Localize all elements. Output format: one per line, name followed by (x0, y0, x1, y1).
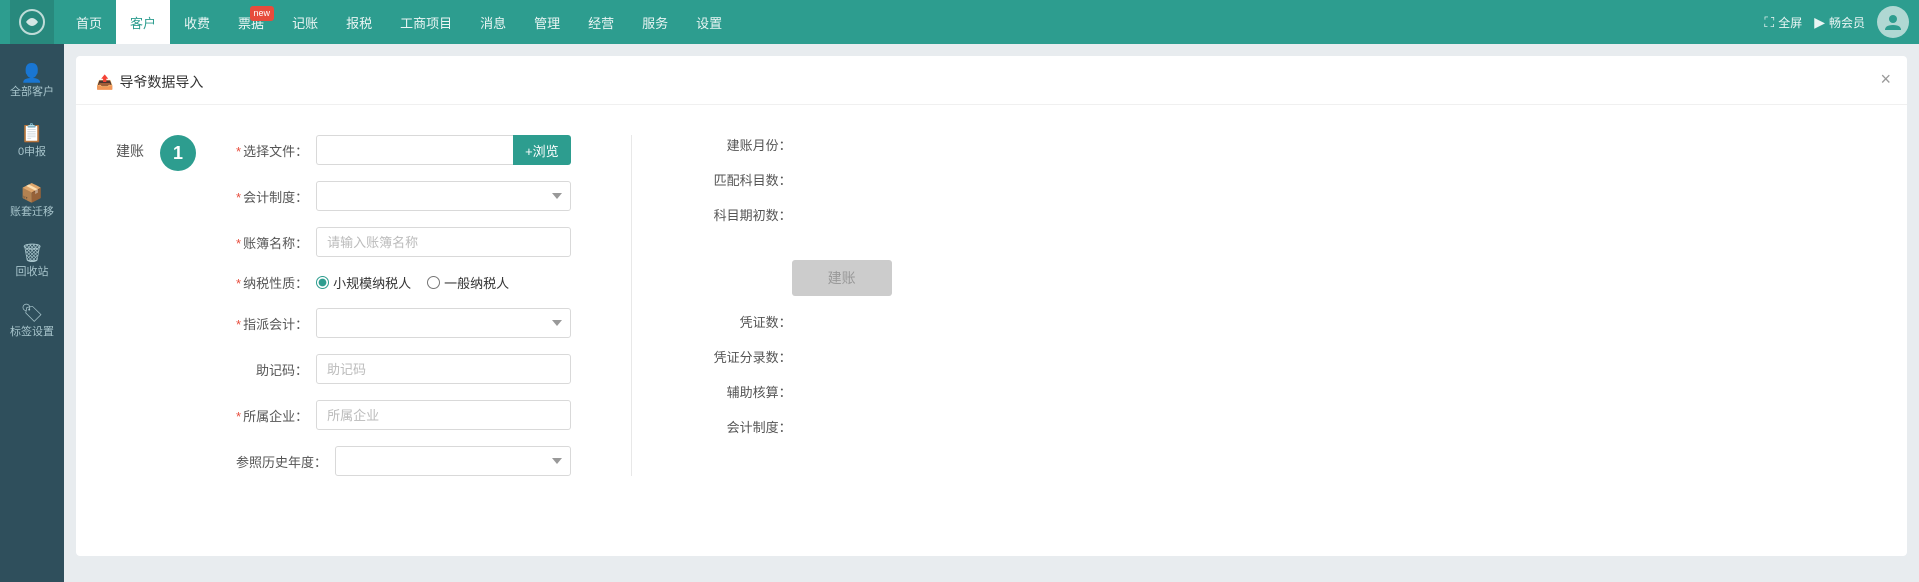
voucher-count-row: 凭证数： (712, 312, 972, 331)
accounting-system-label: 会计制度： (236, 187, 308, 206)
member-button[interactable]: ▶ 畅会员 (1814, 14, 1865, 31)
fullscreen-icon: ⛶ (1764, 14, 1774, 31)
assign-accountant-select[interactable] (316, 308, 571, 338)
right-form: 建账月份： 匹配科目数： 科目期初数： 建账 (712, 135, 972, 476)
step-label: 建账 (116, 141, 144, 161)
ref-year-label: 参照历史年度： (236, 452, 327, 471)
sidebar-item-tags[interactable]: 🏷 标签设置 (0, 292, 64, 352)
ref-year-row: 参照历史年度： (236, 446, 571, 476)
month-row: 建账月份： (712, 135, 972, 154)
new-badge: new (250, 6, 275, 21)
avatar[interactable] (1877, 6, 1909, 38)
auxiliary-row: 辅助核算： (712, 382, 972, 401)
assign-accountant-row: 指派会计： (236, 308, 571, 338)
build-button[interactable]: 建账 (792, 260, 892, 296)
panel-header: 📤 导爷数据导入 × (76, 56, 1907, 105)
right-accounting-system-label: 会计制度： (712, 417, 792, 436)
company-label: 所属企业： (236, 406, 308, 425)
memo-code-label: 助记码： (236, 360, 308, 379)
ledger-name-row: 账簿名称： (236, 227, 571, 257)
accounting-system-row: 会计制度： (236, 181, 571, 211)
top-navigation: 首页 客户 收费 票据 new 记账 报税 工商项目 消息 管理 经营 服务 设… (0, 0, 1919, 44)
file-input[interactable] (316, 135, 513, 165)
voucher-entries-row: 凭证分录数： (712, 347, 972, 366)
initial-balance-label: 科目期初数： (712, 205, 792, 224)
nav-item-fee[interactable]: 收费 (170, 0, 224, 44)
tax-general-option[interactable]: 一般纳税人 (427, 273, 509, 292)
nav-right-area: ⛶ 全屏 ▶ 畅会员 (1764, 6, 1909, 38)
nav-item-home[interactable]: 首页 (62, 0, 116, 44)
recycle-icon: 🗑 (21, 244, 44, 262)
tax-small-option[interactable]: 小规模纳税人 (316, 273, 411, 292)
tags-icon: 🏷 (21, 304, 44, 322)
nav-item-business[interactable]: 工商项目 (386, 0, 466, 44)
declaration-icon: 📋 (21, 124, 43, 142)
all-customers-icon: 👤 (21, 64, 43, 82)
nav-item-message[interactable]: 消息 (466, 0, 520, 44)
memo-code-row: 助记码： (236, 354, 571, 384)
logo[interactable] (10, 0, 54, 44)
left-form: 选择文件： +浏览 会计制度： (236, 135, 571, 476)
nav-item-operation[interactable]: 经营 (574, 0, 628, 44)
ref-year-select[interactable] (335, 446, 571, 476)
sidebar-item-migration[interactable]: 📦 账套迁移 (0, 172, 64, 232)
import-icon: 📤 (96, 74, 113, 91)
tax-type-radio-group: 小规模纳税人 一般纳税人 (316, 273, 571, 292)
nav-item-customer[interactable]: 客户 (116, 0, 170, 44)
fullscreen-button[interactable]: ⛶ 全屏 (1764, 14, 1802, 31)
ledger-name-label: 账簿名称： (236, 233, 308, 252)
sidebar-item-declaration[interactable]: 📋 0申报 (0, 112, 64, 172)
migration-icon: 📦 (21, 184, 43, 202)
divider (631, 135, 632, 476)
sidebar-item-recycle[interactable]: 🗑 回收站 (0, 232, 64, 292)
close-button[interactable]: × (1880, 70, 1891, 88)
content-area: 📤 导爷数据导入 × 建账 1 选择文件： (64, 44, 1919, 582)
month-label: 建账月份： (712, 135, 792, 154)
step-section: 建账 1 (116, 135, 196, 476)
voucher-entries-label: 凭证分录数： (712, 347, 792, 366)
voucher-count-label: 凭证数： (712, 312, 792, 331)
company-row: 所属企业： (236, 400, 571, 430)
nav-item-service[interactable]: 服务 (628, 0, 682, 44)
build-btn-area: 建账 (712, 260, 972, 296)
nav-item-settings[interactable]: 设置 (682, 0, 736, 44)
nav-item-invoice[interactable]: 票据 new (224, 0, 278, 44)
ledger-name-input[interactable] (316, 227, 571, 257)
nav-item-accounting[interactable]: 记账 (278, 0, 332, 44)
tax-type-label: 纳税性质： (236, 273, 308, 292)
auxiliary-label: 辅助核算： (712, 382, 792, 401)
right-accounting-system-row: 会计制度： (712, 417, 972, 436)
sidebar-item-all-customers[interactable]: 👤 全部客户 (0, 52, 64, 112)
form-area: 建账 1 选择文件： +浏览 (76, 105, 1907, 506)
nav-item-manage[interactable]: 管理 (520, 0, 574, 44)
initial-balance-row: 科目期初数： (712, 205, 972, 224)
match-account-row: 匹配科目数： (712, 170, 972, 189)
member-icon: ▶ (1814, 14, 1825, 31)
import-panel: 📤 导爷数据导入 × 建账 1 选择文件： (76, 56, 1907, 556)
tax-type-row: 纳税性质： 小规模纳税人 一般纳税人 (236, 273, 571, 292)
file-label: 选择文件： (236, 141, 308, 160)
nav-item-tax[interactable]: 报税 (332, 0, 386, 44)
sidebar: 👤 全部客户 📋 0申报 📦 账套迁移 🗑 回收站 🏷 标签设置 (0, 44, 64, 582)
company-input[interactable] (316, 400, 571, 430)
step-circle: 1 (160, 135, 196, 171)
panel-title: 导爷数据导入 (119, 72, 203, 92)
memo-code-input[interactable] (316, 354, 571, 384)
match-account-label: 匹配科目数： (712, 170, 792, 189)
main-layout: 👤 全部客户 📋 0申报 📦 账套迁移 🗑 回收站 🏷 标签设置 📤 导爷数据导… (0, 44, 1919, 582)
browse-button[interactable]: +浏览 (513, 135, 571, 165)
assign-accountant-label: 指派会计： (236, 314, 308, 333)
file-input-wrap: +浏览 (316, 135, 571, 165)
accounting-system-select[interactable] (316, 181, 571, 211)
file-select-row: 选择文件： +浏览 (236, 135, 571, 165)
